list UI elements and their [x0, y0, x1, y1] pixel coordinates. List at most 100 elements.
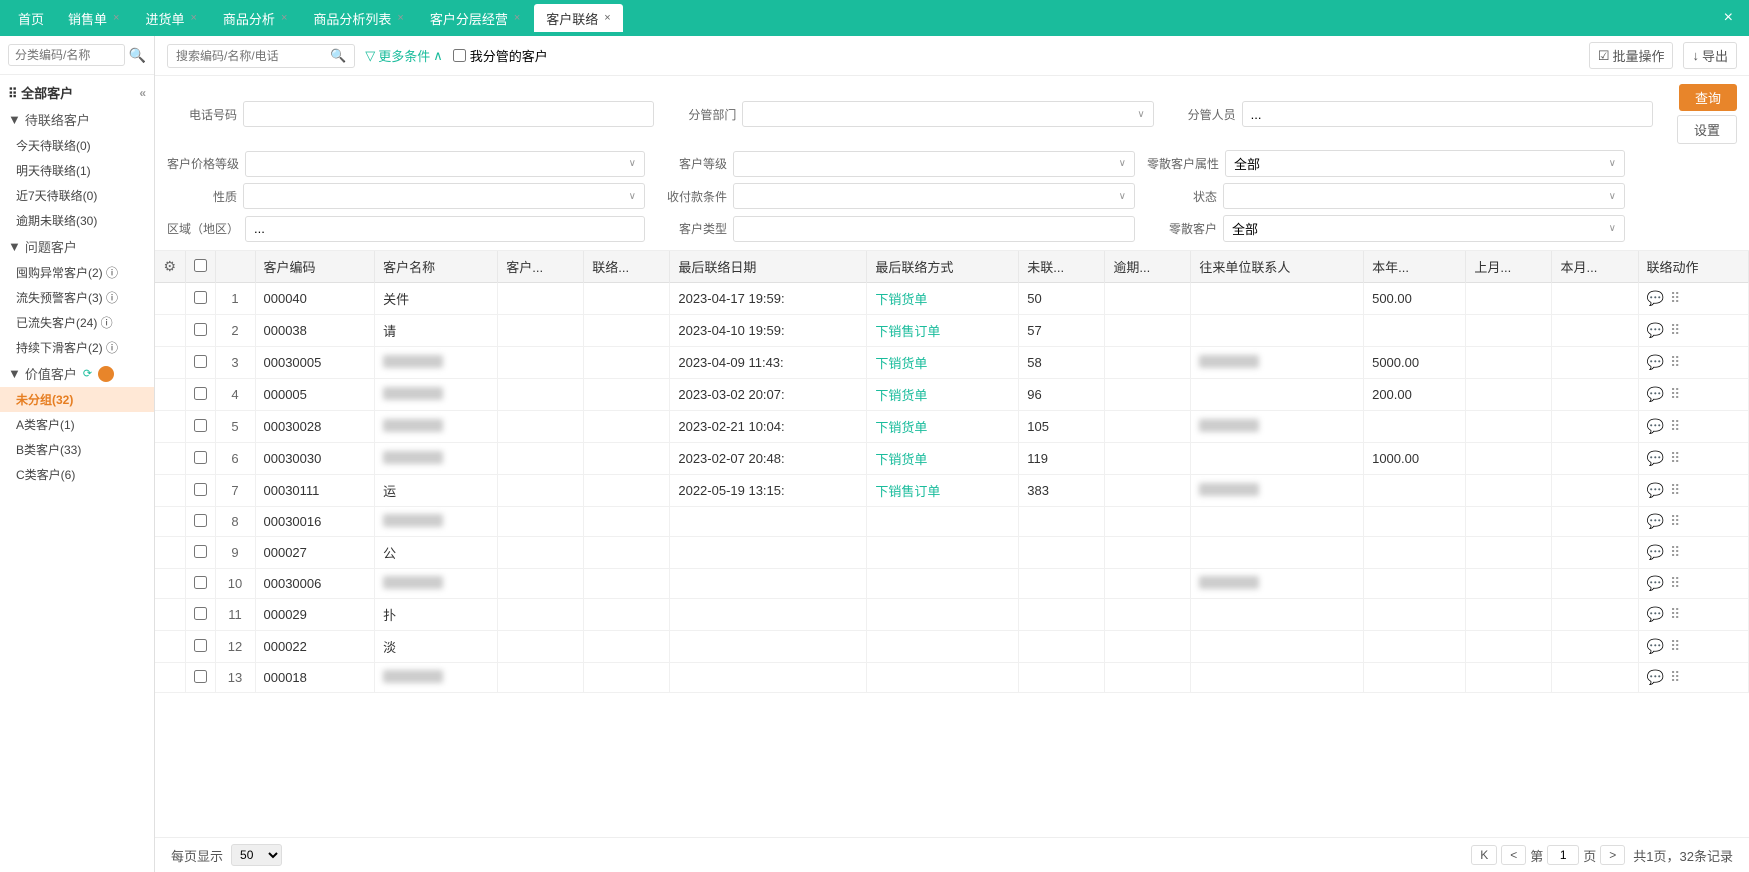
- page-number-input[interactable]: [1547, 845, 1579, 865]
- nav-tab-customer-link[interactable]: 客户联络 ×: [534, 4, 622, 32]
- last-method-link[interactable]: 下销货单: [875, 452, 927, 467]
- row-checkbox[interactable]: [194, 670, 207, 683]
- grid-icon[interactable]: ⠿: [1670, 638, 1680, 655]
- nav-tab-analysis-close[interactable]: ×: [281, 12, 287, 24]
- filter-search-input[interactable]: [176, 49, 326, 63]
- row-checkbox[interactable]: [194, 419, 207, 432]
- row-checkbox[interactable]: [194, 451, 207, 464]
- filter-customer-grade-input[interactable]: ∨: [733, 151, 1135, 177]
- last-method-link[interactable]: 下销货单: [875, 420, 927, 435]
- grid-icon[interactable]: ⠿: [1670, 354, 1680, 371]
- sidebar-item-tomorrow[interactable]: 明天待联络(1): [0, 158, 154, 183]
- grid-icon[interactable]: ⠿: [1670, 322, 1680, 339]
- grid-icon[interactable]: ⠿: [1670, 544, 1680, 561]
- row-checkbox[interactable]: [194, 291, 207, 304]
- nav-tab-sales-close[interactable]: ×: [113, 12, 119, 24]
- last-method-link[interactable]: 下销售订单: [875, 324, 940, 339]
- sidebar-item-churn-warning[interactable]: 流失预警客户(3) ⓘ: [0, 285, 154, 310]
- row-checkbox[interactable]: [194, 545, 207, 558]
- comment-icon[interactable]: 💬: [1647, 386, 1664, 403]
- comment-icon[interactable]: 💬: [1647, 322, 1664, 339]
- filter-retail-customer-input[interactable]: 全部 ∨: [1223, 215, 1625, 242]
- settings-icon[interactable]: ⚙: [163, 258, 176, 274]
- page-size-select[interactable]: 50 100 200: [231, 844, 282, 866]
- comment-icon[interactable]: 💬: [1647, 354, 1664, 371]
- comment-icon[interactable]: 💬: [1647, 450, 1664, 467]
- row-checkbox[interactable]: [194, 607, 207, 620]
- filter-more-conditions[interactable]: ▽ 更多条件 ∧: [365, 46, 443, 65]
- comment-icon[interactable]: 💬: [1647, 669, 1664, 686]
- filter-price-grade-input[interactable]: ∨: [245, 151, 645, 177]
- filter-phone-input[interactable]: [243, 101, 654, 127]
- sidebar-search-icon[interactable]: 🔍: [129, 47, 146, 64]
- sidebar-item-today[interactable]: 今天待联络(0): [0, 133, 154, 158]
- sidebar-group-pending[interactable]: ▼ 待联络客户: [0, 106, 154, 133]
- nav-tab-purchase[interactable]: 进货单 ×: [133, 4, 208, 32]
- filter-dept-input[interactable]: ∨: [742, 101, 1153, 127]
- row-checkbox[interactable]: [194, 576, 207, 589]
- my-customers-checkbox[interactable]: [453, 49, 466, 62]
- nav-tab-analysis-list[interactable]: 商品分析列表 ×: [301, 4, 415, 32]
- row-checkbox[interactable]: [194, 387, 207, 400]
- last-method-link[interactable]: 下销货单: [875, 292, 927, 307]
- filter-nature-input[interactable]: ∨: [243, 183, 645, 209]
- prev-page-button[interactable]: <: [1501, 845, 1526, 865]
- nav-tab-purchase-close[interactable]: ×: [190, 12, 196, 24]
- comment-icon[interactable]: 💬: [1647, 290, 1664, 307]
- window-close-button[interactable]: ×: [1716, 9, 1741, 27]
- comment-icon[interactable]: 💬: [1647, 482, 1664, 499]
- nav-tab-sales[interactable]: 销售单 ×: [56, 4, 131, 32]
- filter-payment-input[interactable]: ∨: [733, 183, 1135, 209]
- filter-manager-input[interactable]: ...: [1242, 101, 1653, 127]
- filter-customer-type-input[interactable]: [733, 216, 1135, 242]
- th-settings[interactable]: ⚙: [155, 251, 185, 283]
- grid-icon[interactable]: ⠿: [1670, 450, 1680, 467]
- grid-icon[interactable]: ⠿: [1670, 386, 1680, 403]
- filter-region-input[interactable]: ...: [245, 216, 645, 242]
- nav-tab-analysis-list-close[interactable]: ×: [397, 12, 403, 24]
- sidebar-item-a-class[interactable]: A类客户(1): [0, 412, 154, 437]
- row-checkbox[interactable]: [194, 514, 207, 527]
- query-button[interactable]: 查询: [1679, 84, 1737, 111]
- sidebar-item-7days[interactable]: 近7天待联络(0): [0, 183, 154, 208]
- grid-icon[interactable]: ⠿: [1670, 290, 1680, 307]
- filter-status-input[interactable]: ∨: [1223, 183, 1625, 209]
- first-page-button[interactable]: K: [1471, 845, 1497, 865]
- my-customers-checkbox-area[interactable]: 我分管的客户: [453, 46, 548, 65]
- last-method-link[interactable]: 下销售订单: [875, 484, 940, 499]
- row-checkbox[interactable]: [194, 355, 207, 368]
- grid-icon[interactable]: ⠿: [1670, 606, 1680, 623]
- nav-tab-customer-link-close[interactable]: ×: [604, 12, 610, 24]
- row-checkbox[interactable]: [194, 323, 207, 336]
- grid-icon[interactable]: ⠿: [1670, 575, 1680, 592]
- reset-button[interactable]: 设置: [1677, 115, 1737, 144]
- nav-tab-analysis[interactable]: 商品分析 ×: [211, 4, 299, 32]
- grid-icon[interactable]: ⠿: [1670, 418, 1680, 435]
- sidebar-item-declining[interactable]: 持续下滑客户(2) ⓘ: [0, 335, 154, 360]
- sidebar-item-churned[interactable]: 已流失客户(24) ⓘ: [0, 310, 154, 335]
- sidebar-item-hoarding[interactable]: 囤购异常客户(2) ⓘ: [0, 260, 154, 285]
- comment-icon[interactable]: 💬: [1647, 638, 1664, 655]
- sidebar-all-customers[interactable]: ⠿ 全部客户 «: [0, 75, 154, 106]
- sidebar-group-problem[interactable]: ▼ 问题客户: [0, 233, 154, 260]
- grid-icon[interactable]: ⠿: [1670, 669, 1680, 686]
- sidebar-collapse-icon[interactable]: «: [139, 86, 146, 100]
- sidebar-search-input[interactable]: [8, 44, 125, 66]
- filter-retail-attr-input[interactable]: 全部 ∨: [1225, 150, 1625, 177]
- next-page-button[interactable]: >: [1600, 845, 1625, 865]
- grid-icon[interactable]: ⠿: [1670, 482, 1680, 499]
- nav-tab-customer-seg-close[interactable]: ×: [514, 12, 520, 24]
- comment-icon[interactable]: 💬: [1647, 606, 1664, 623]
- nav-home[interactable]: 首页: [8, 9, 54, 28]
- sidebar-item-b-class[interactable]: B类客户(33): [0, 437, 154, 462]
- export-button[interactable]: ↓ 导出: [1683, 42, 1737, 69]
- comment-icon[interactable]: 💬: [1647, 418, 1664, 435]
- nav-tab-customer-seg[interactable]: 客户分层经营 ×: [418, 4, 532, 32]
- grid-icon[interactable]: ⠿: [1670, 513, 1680, 530]
- row-checkbox[interactable]: [194, 639, 207, 652]
- sidebar-item-overdue[interactable]: 逾期未联络(30): [0, 208, 154, 233]
- sidebar-item-ungroups[interactable]: 未分组(32): [0, 387, 154, 412]
- sidebar-group-value[interactable]: ▼ 价值客户 ⟳: [0, 360, 154, 387]
- batch-ops-button[interactable]: ☑ 批量操作: [1589, 42, 1674, 69]
- comment-icon[interactable]: 💬: [1647, 575, 1664, 592]
